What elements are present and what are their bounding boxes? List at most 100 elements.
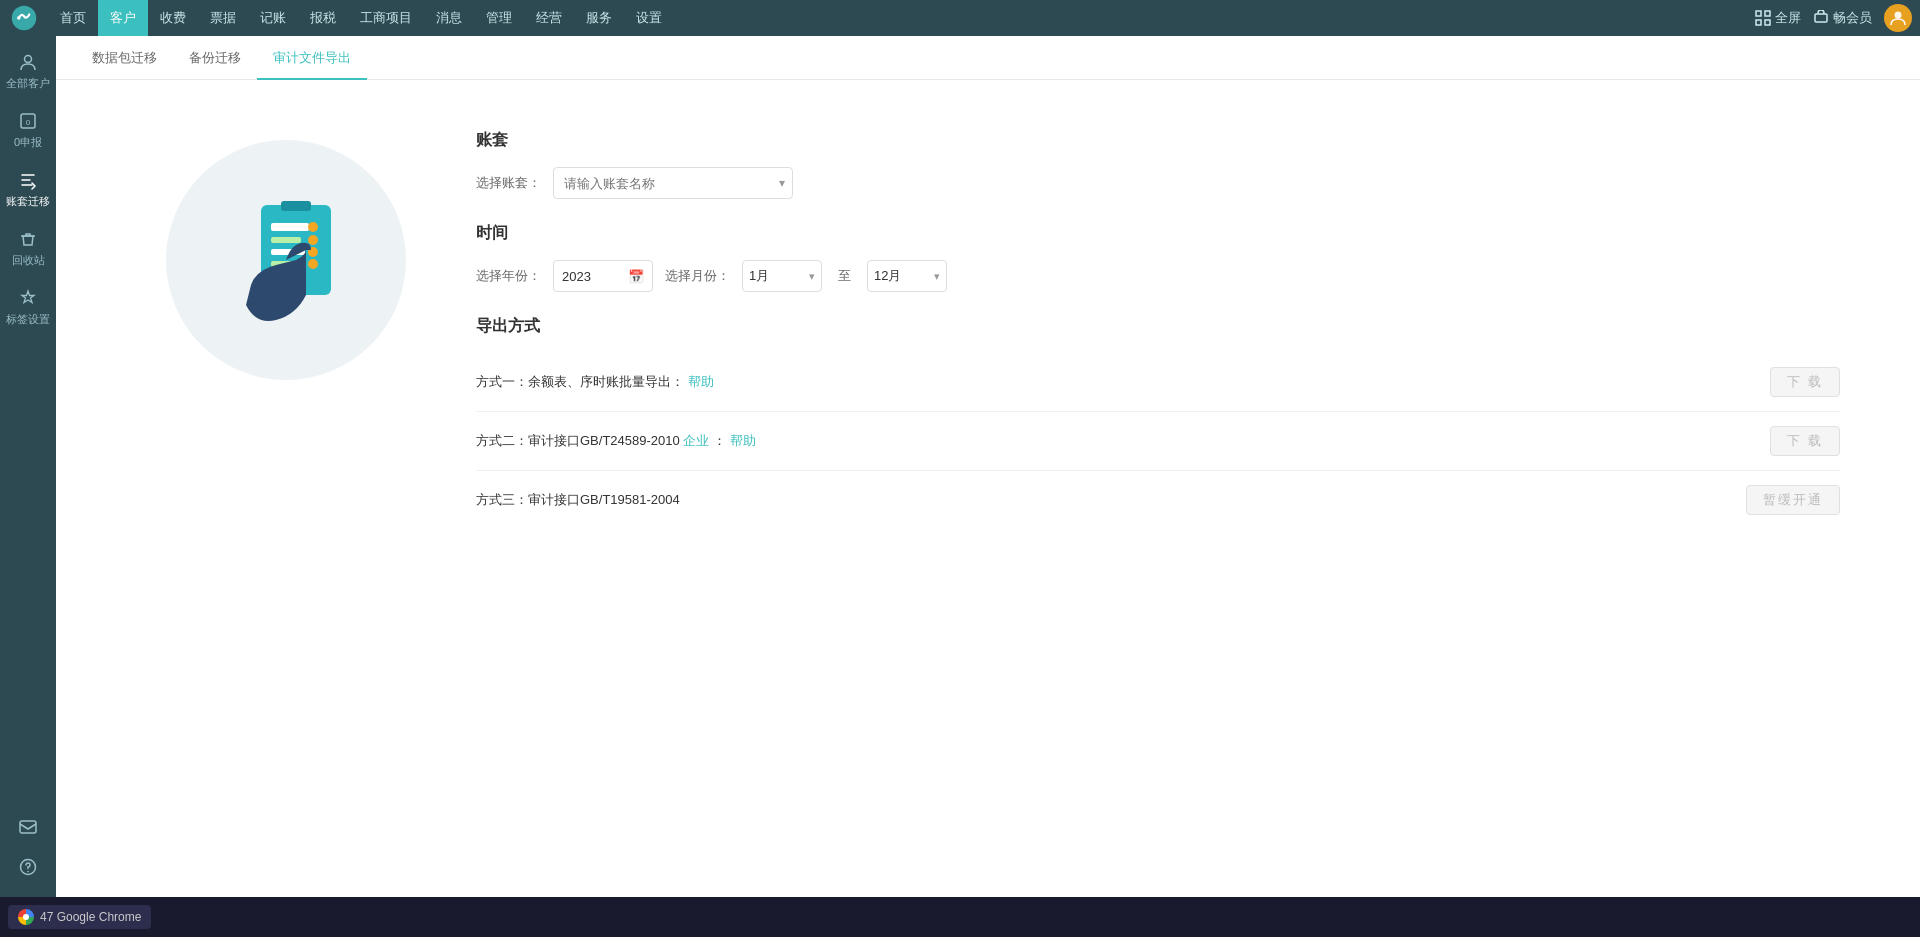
main-layout: 全部客户 0 0申报 账套迁移 回收站 标签设置 — [0, 36, 1920, 897]
nav-message[interactable]: 消息 — [424, 0, 474, 36]
taskbar: 47 Google Chrome — [0, 897, 1920, 937]
sidebar-label-account-migration: 账套迁移 — [6, 194, 50, 209]
export-method-2-company-link[interactable]: 企业 — [683, 433, 709, 448]
account-form-row: 选择账套： ▾ — [476, 167, 1840, 199]
top-nav: 首页 客户 收费 票据 记账 报税 工商项目 消息 管理 经营 服务 设置 全屏… — [0, 0, 1920, 36]
nav-client[interactable]: 客户 — [98, 0, 148, 36]
month-label: 选择月份： — [665, 267, 730, 285]
year-input[interactable]: 2023 📅 — [553, 260, 653, 292]
sidebar-bottom-help[interactable] — [0, 849, 56, 885]
export-method-3-text: 方式三：审计接口GB/T19581-2004 — [476, 492, 680, 507]
sidebar-item-recycle[interactable]: 回收站 — [0, 221, 56, 276]
svg-rect-15 — [271, 223, 309, 231]
to-separator: 至 — [834, 267, 855, 285]
export-method-2: 方式二：审计接口GB/T24589-2010 企业 ： 帮助 下 载 — [476, 412, 1840, 471]
calendar-icon: 📅 — [628, 269, 644, 284]
svg-point-21 — [308, 235, 318, 245]
svg-rect-16 — [271, 237, 301, 243]
nav-manage[interactable]: 管理 — [474, 0, 524, 36]
illustration-circle — [166, 140, 406, 380]
nav-settings[interactable]: 设置 — [624, 0, 674, 36]
nav-fees[interactable]: 收费 — [148, 0, 198, 36]
svg-point-13 — [27, 871, 29, 873]
sidebar: 全部客户 0 0申报 账套迁移 回收站 标签设置 — [0, 36, 56, 897]
export-method-1-help-link[interactable]: 帮助 — [688, 374, 714, 389]
account-select-label: 选择账套： — [476, 174, 541, 192]
export-section-title: 导出方式 — [476, 316, 1840, 337]
export-method-1-label: 方式一：余额表、序时账批量导出： 帮助 — [476, 373, 714, 391]
svg-rect-5 — [1765, 20, 1770, 25]
top-nav-right: 全屏 畅会员 — [1755, 4, 1912, 32]
tab-bar: 数据包迁移 备份迁移 审计文件导出 — [56, 36, 1920, 80]
sidebar-bottom — [0, 809, 56, 897]
svg-point-8 — [25, 56, 32, 63]
fullscreen-label: 全屏 — [1775, 9, 1801, 27]
fullscreen-button[interactable]: 全屏 — [1755, 9, 1801, 27]
nav-tax[interactable]: 报税 — [298, 0, 348, 36]
export-method-2-download-button[interactable]: 下 载 — [1770, 426, 1840, 456]
sidebar-item-tag-settings[interactable]: 标签设置 — [0, 280, 56, 335]
nav-home[interactable]: 首页 — [48, 0, 98, 36]
export-method-1-download-button[interactable]: 下 载 — [1770, 367, 1840, 397]
export-method-2-text: 方式二：审计接口GB/T24589-2010 — [476, 433, 680, 448]
svg-rect-4 — [1756, 20, 1761, 25]
svg-rect-24 — [281, 201, 311, 211]
svg-rect-6 — [1815, 14, 1827, 22]
account-select-chevron-icon: ▾ — [779, 176, 785, 190]
sidebar-label-all-clients: 全部客户 — [6, 76, 50, 91]
time-form-row: 选择年份： 2023 📅 选择月份： 1月 ▾ 至 12月 — [476, 260, 1840, 292]
end-month-value: 12月 — [874, 267, 901, 285]
svg-text:0: 0 — [26, 118, 31, 127]
svg-point-0 — [12, 6, 37, 31]
time-section-title: 时间 — [476, 223, 1840, 244]
account-select-input[interactable] — [553, 167, 793, 199]
tab-data-migration[interactable]: 数据包迁移 — [76, 36, 173, 80]
svg-rect-11 — [20, 821, 36, 833]
svg-point-7 — [1895, 12, 1902, 19]
export-method-2-help-link[interactable]: 帮助 — [730, 433, 756, 448]
export-method-1-text: 方式一：余额表、序时账批量导出： — [476, 374, 684, 389]
sidebar-label-zero-declare: 0申报 — [14, 135, 42, 150]
start-month-select[interactable]: 1月 ▾ — [742, 260, 822, 292]
sidebar-item-all-clients[interactable]: 全部客户 — [0, 44, 56, 99]
svg-point-1 — [17, 16, 21, 20]
member-label: 畅会员 — [1833, 9, 1872, 27]
start-month-arrow-icon: ▾ — [809, 270, 815, 283]
sidebar-item-account-migration[interactable]: 账套迁移 — [0, 162, 56, 217]
nav-operations[interactable]: 经营 — [524, 0, 574, 36]
taskbar-chrome[interactable]: 47 Google Chrome — [8, 905, 151, 929]
tab-audit-export[interactable]: 审计文件导出 — [257, 36, 367, 80]
export-method-1: 方式一：余额表、序时账批量导出： 帮助 下 载 — [476, 353, 1840, 412]
start-month-value: 1月 — [749, 267, 769, 285]
nav-service[interactable]: 服务 — [574, 0, 624, 36]
export-method-3-temp-button[interactable]: 暂缓开通 — [1746, 485, 1840, 515]
end-month-select[interactable]: 12月 ▾ — [867, 260, 947, 292]
account-select-container[interactable]: ▾ — [553, 167, 793, 199]
svg-rect-2 — [1756, 11, 1761, 16]
page-content: 账套 选择账套： ▾ 时间 选择年份： 2023 📅 — [56, 80, 1920, 897]
chrome-icon — [18, 909, 34, 925]
nav-invoice[interactable]: 票据 — [198, 0, 248, 36]
sidebar-bottom-message[interactable] — [0, 809, 56, 845]
export-section: 导出方式 方式一：余额表、序时账批量导出： 帮助 下 载 方式二：审计接口GB/… — [476, 316, 1840, 529]
svg-rect-3 — [1765, 11, 1770, 16]
content-area: 数据包迁移 备份迁移 审计文件导出 — [56, 36, 1920, 897]
export-method-2-label: 方式二：审计接口GB/T24589-2010 企业 ： 帮助 — [476, 432, 756, 450]
member-button[interactable]: 畅会员 — [1813, 9, 1872, 27]
sidebar-label-tag-settings: 标签设置 — [6, 312, 50, 327]
illustration-image — [206, 180, 366, 340]
export-method-3-label: 方式三：审计接口GB/T19581-2004 — [476, 491, 680, 509]
user-avatar[interactable] — [1884, 4, 1912, 32]
sidebar-item-zero-declare[interactable]: 0 0申报 — [0, 103, 56, 158]
taskbar-chrome-label: 47 Google Chrome — [40, 910, 141, 924]
export-method-3: 方式三：审计接口GB/T19581-2004 暂缓开通 — [476, 471, 1840, 529]
nav-business[interactable]: 工商项目 — [348, 0, 424, 36]
nav-bookkeeping[interactable]: 记账 — [248, 0, 298, 36]
app-logo — [8, 2, 40, 34]
svg-point-20 — [308, 222, 318, 232]
year-label: 选择年份： — [476, 267, 541, 285]
end-month-arrow-icon: ▾ — [934, 270, 940, 283]
svg-point-23 — [308, 259, 318, 269]
nav-items: 首页 客户 收费 票据 记账 报税 工商项目 消息 管理 经营 服务 设置 — [48, 0, 1755, 36]
tab-backup-migration[interactable]: 备份迁移 — [173, 36, 257, 80]
